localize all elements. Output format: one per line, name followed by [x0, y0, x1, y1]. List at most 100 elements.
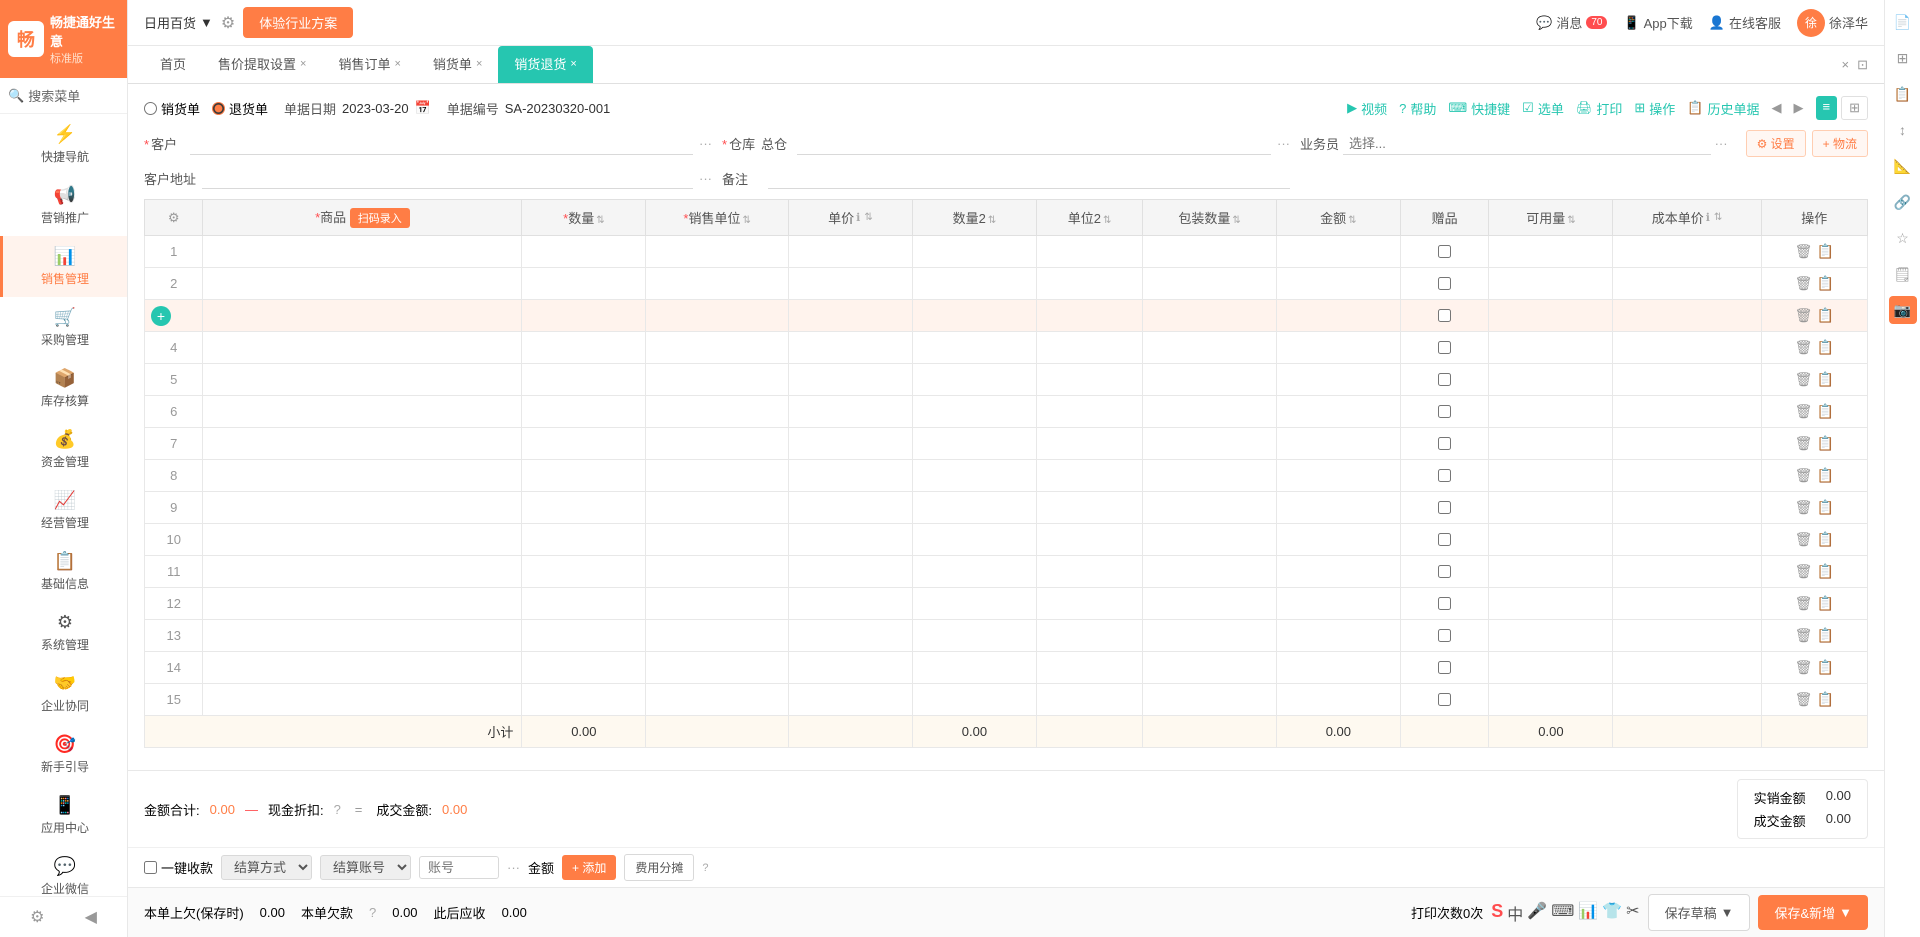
amount-cell[interactable] [1276, 556, 1400, 588]
unit-price-cell[interactable] [788, 396, 912, 428]
list-view-btn[interactable]: ⊞ [1841, 96, 1868, 120]
sidebar-item-basics[interactable]: 📋 基础信息 [0, 541, 127, 602]
right-btn-2[interactable]: ⊞ [1889, 44, 1917, 72]
pack-qty-cell[interactable] [1143, 524, 1277, 556]
copy-row-icon[interactable]: 📋 [1816, 563, 1833, 580]
product-cell[interactable] [203, 492, 522, 524]
available-cell[interactable] [1489, 460, 1613, 492]
tab-close-order[interactable]: × [394, 58, 400, 70]
gift-checkbox[interactable] [1438, 277, 1451, 290]
delete-row-icon[interactable]: 🗑 [1795, 563, 1813, 580]
available-cell[interactable] [1489, 332, 1613, 364]
tab-sales-delivery[interactable]: 销货单 × [417, 46, 498, 83]
pack-qty-cell[interactable] [1143, 396, 1277, 428]
quantity-cell[interactable] [522, 620, 646, 652]
pack-qty-cell[interactable] [1143, 556, 1277, 588]
cost-price-cell[interactable] [1613, 620, 1761, 652]
product-cell[interactable] [203, 684, 522, 716]
address-input[interactable] [202, 167, 693, 189]
cost-price-cell[interactable] [1613, 492, 1761, 524]
unit2-sort-icon[interactable]: ⇅ [1103, 215, 1111, 226]
unit-price-cell[interactable] [788, 364, 912, 396]
online-service-btn[interactable]: 👤 在线客服 [1709, 13, 1781, 32]
unit2-cell[interactable] [1036, 652, 1142, 684]
quantity-cell[interactable] [522, 332, 646, 364]
sidebar-item-enterprise[interactable]: 🤝 企业协同 [0, 663, 127, 724]
right-btn-8[interactable]: 🗒 [1889, 260, 1917, 288]
form-settings-btn[interactable]: ⚙ 设置 [1746, 130, 1806, 157]
amount-cell[interactable] [1276, 236, 1400, 268]
unit-price-cell[interactable] [788, 588, 912, 620]
sales-unit-cell[interactable] [646, 396, 789, 428]
unit-price-cell[interactable] [788, 428, 912, 460]
cost-price-cell[interactable] [1613, 652, 1761, 684]
sales-unit-cell[interactable] [646, 364, 789, 396]
qty-sort-icon[interactable]: ⇅ [596, 215, 604, 226]
unit2-cell[interactable] [1036, 556, 1142, 588]
qty2-cell[interactable] [912, 556, 1036, 588]
gift-cell[interactable] [1400, 620, 1489, 652]
operate-btn[interactable]: ⊞ 操作 [1634, 99, 1675, 118]
product-cell[interactable] [203, 460, 522, 492]
product-cell[interactable] [203, 428, 522, 460]
shortcuts-btn[interactable]: ⌨ 快捷键 [1448, 99, 1510, 118]
gift-cell[interactable] [1400, 684, 1489, 716]
collapse-icon[interactable]: ◀ [85, 907, 97, 927]
qty2-sort-icon[interactable]: ⇅ [988, 215, 996, 226]
amount-cell[interactable] [1276, 332, 1400, 364]
cost-price-cell[interactable] [1613, 236, 1761, 268]
unit-sort-icon[interactable]: ⇅ [743, 215, 751, 226]
amount-cell[interactable] [1276, 300, 1400, 332]
one-click-checkbox[interactable] [144, 861, 157, 874]
cost-price-cell[interactable] [1613, 332, 1761, 364]
sales-unit-cell[interactable] [646, 684, 789, 716]
billing-account-select[interactable]: 结算账号 [320, 855, 411, 880]
sales-unit-cell[interactable] [646, 428, 789, 460]
unit2-cell[interactable] [1036, 524, 1142, 556]
copy-row-icon[interactable]: 📋 [1816, 275, 1833, 292]
add-row-btn[interactable]: + [151, 306, 171, 326]
unit-price-cell[interactable] [788, 652, 912, 684]
unit2-cell[interactable] [1036, 236, 1142, 268]
sales-unit-cell[interactable] [646, 460, 789, 492]
delete-row-icon[interactable]: 🗑 [1795, 595, 1813, 612]
product-cell[interactable] [203, 268, 522, 300]
taskbar-icon2[interactable]: 🎤 [1527, 901, 1547, 925]
delete-row-icon[interactable]: 🗑 [1795, 499, 1813, 516]
amount-cell[interactable] [1276, 652, 1400, 684]
pack-qty-cell[interactable] [1143, 364, 1277, 396]
product-cell[interactable] [203, 524, 522, 556]
copy-row-icon[interactable]: 📋 [1816, 659, 1833, 676]
cost-price-cell[interactable] [1613, 396, 1761, 428]
cost-help-icon[interactable]: ℹ [1706, 211, 1710, 224]
available-cell[interactable] [1489, 620, 1613, 652]
gift-checkbox[interactable] [1438, 597, 1451, 610]
gift-cell[interactable] [1400, 652, 1489, 684]
product-cell[interactable] [203, 652, 522, 684]
qty2-cell[interactable] [912, 332, 1036, 364]
qty2-cell[interactable] [912, 396, 1036, 428]
unit-price-cell[interactable] [788, 460, 912, 492]
tab-price-settings[interactable]: 售价提取设置 × [202, 46, 322, 83]
amount-sort-icon[interactable]: ⇅ [1348, 215, 1356, 226]
available-cell[interactable] [1489, 236, 1613, 268]
taskbar-icon1[interactable]: 中 [1507, 901, 1523, 925]
next-record-icon[interactable]: ▶ [1794, 100, 1804, 116]
delete-row-icon[interactable]: 🗑 [1795, 371, 1813, 388]
close-tab-icon[interactable]: × [1842, 57, 1850, 73]
amount-cell[interactable] [1276, 364, 1400, 396]
product-cell[interactable] [203, 364, 522, 396]
taskbar-s-icon[interactable]: S [1491, 901, 1503, 925]
copy-row-icon[interactable]: 📋 [1816, 403, 1833, 420]
gift-cell[interactable] [1400, 300, 1489, 332]
amount-cell[interactable] [1276, 620, 1400, 652]
unit2-cell[interactable] [1036, 428, 1142, 460]
qty2-cell[interactable] [912, 364, 1036, 396]
copy-row-icon[interactable]: 📋 [1816, 499, 1833, 516]
sales-unit-cell[interactable] [646, 300, 789, 332]
gift-checkbox[interactable] [1438, 629, 1451, 642]
sales-unit-cell[interactable] [646, 652, 789, 684]
amount-cell[interactable] [1276, 428, 1400, 460]
unit2-cell[interactable] [1036, 332, 1142, 364]
gift-checkbox[interactable] [1438, 469, 1451, 482]
